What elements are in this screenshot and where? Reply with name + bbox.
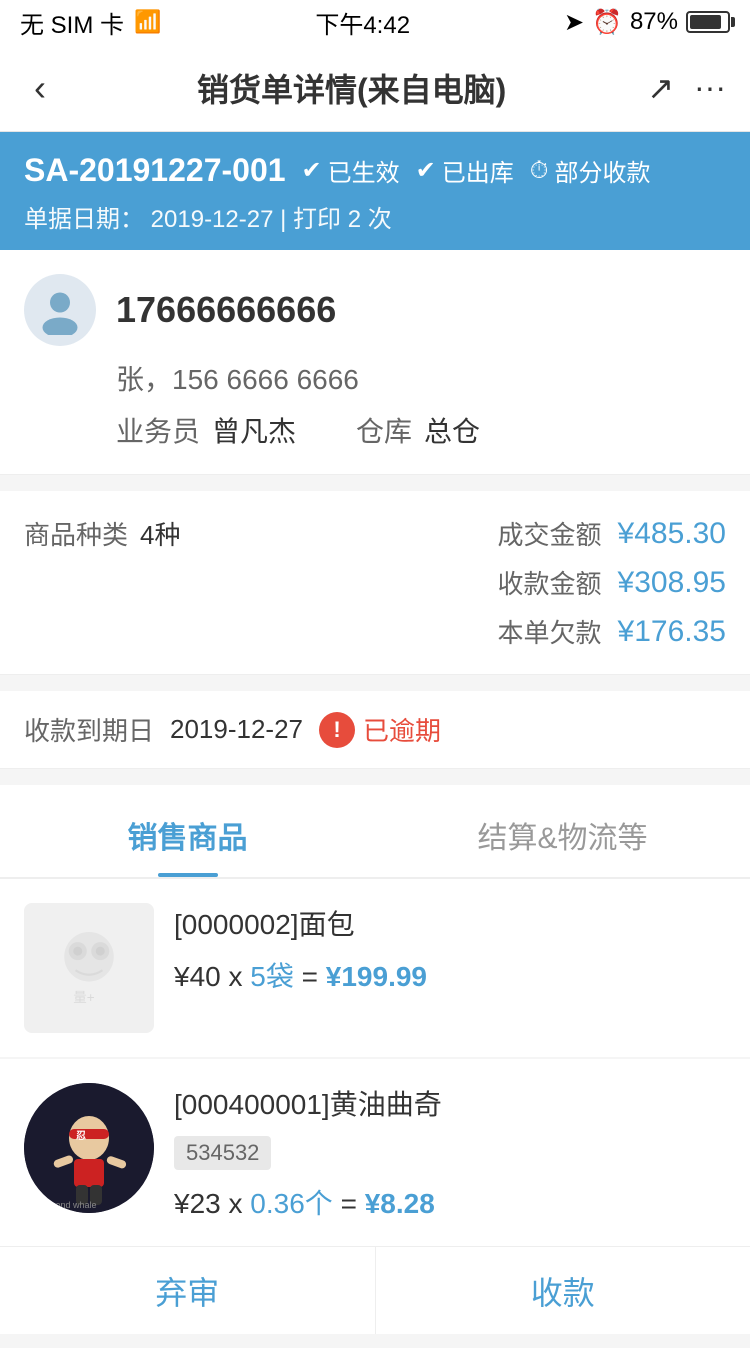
product-info-cookie: [000400001]黄油曲奇 534532 ¥23 x 0.36个 = ¥8.… [174, 1083, 726, 1222]
check-icon-shipped: ✔ [416, 156, 436, 185]
product-image-cookie: 忍 diamond whale [24, 1083, 154, 1213]
tabs-section: 销售商品 结算&物流等 [0, 785, 750, 879]
clock-icon: ⏱ [530, 157, 549, 185]
sales-detail: 业务员 曾凡杰 [116, 410, 296, 450]
owed-amount-value: ¥176.35 [618, 615, 726, 649]
battery-icon [686, 11, 730, 33]
share-icon[interactable]: ↗ [647, 69, 674, 107]
due-date-section: 收款到期日 2019-12-27 ! 已逾期 [0, 691, 750, 769]
overdue-badge: ! 已逾期 [319, 711, 441, 748]
product-type-row: 商品种类 4种 [24, 515, 375, 552]
customer-name-row: 17666666666 [24, 274, 726, 346]
product-type-label: 商品种类 [24, 515, 128, 552]
order-meta: 单据日期： 2019-12-27 | 打印 2 次 [24, 199, 726, 234]
product-price-cookie: ¥23 x 0.36个 = ¥8.28 [174, 1182, 726, 1222]
battery-percent: 87% [630, 8, 678, 36]
page-title: 销货单详情(来自电脑) [197, 65, 506, 111]
owed-amount-label: 本单欠款 [498, 613, 602, 650]
order-id-row: SA-20191227-001 ✔ 已生效 ✔ 已出库 ⏱ 部分收款 [24, 152, 726, 189]
customer-contact: 张，156 6666 6666 [24, 358, 726, 398]
nav-bar: ‹ 销货单详情(来自电脑) ↗ ··· [0, 44, 750, 132]
status-active: ✔ 已生效 [302, 153, 400, 188]
product-type-value: 4种 [140, 515, 180, 552]
product-name-bread: [0000002]面包 [174, 903, 726, 943]
warehouse-label: 仓库 [356, 410, 412, 450]
carrier-text: 无 SIM 卡 [20, 5, 124, 40]
bottom-bar: 弃审 收款 [0, 1246, 750, 1334]
back-button[interactable]: ‹ [24, 57, 56, 119]
product-card-cookie: 忍 diamond whale [000400001]黄油曲奇 534532 ¥… [0, 1059, 750, 1246]
svg-text:diamond whale: diamond whale [36, 1200, 97, 1210]
location-icon: ➤ [564, 8, 584, 37]
status-shipped: ✔ 已出库 [416, 153, 514, 188]
owed-amount-row: 本单欠款 ¥176.35 [498, 613, 726, 650]
product-batch-cookie: 534532 [174, 1136, 271, 1170]
deal-amount-row: 成交金额 ¥485.30 [498, 515, 726, 552]
received-amount-value: ¥308.95 [618, 566, 726, 600]
status-left: 无 SIM 卡 📶 [20, 5, 161, 40]
status-time: 下午4:42 [315, 5, 410, 40]
svg-text:量+: 量+ [73, 990, 94, 1005]
svg-text:忍: 忍 [76, 1130, 86, 1142]
nav-actions: ↗ ··· [647, 69, 726, 107]
deal-amount-value: ¥485.30 [618, 517, 726, 551]
summary-section: 商品种类 4种 成交金额 ¥485.30 收款金额 ¥308.95 本单欠款 ¥… [0, 491, 750, 675]
order-id: SA-20191227-001 [24, 152, 286, 189]
alarm-icon: ⏰ [592, 8, 622, 37]
confirm-button[interactable]: 收款 [376, 1247, 750, 1334]
customer-detail-row: 业务员 曾凡杰 仓库 总仓 [24, 410, 726, 450]
due-date-value: 2019-12-27 [170, 714, 303, 745]
status-partial: ⏱ 部分收款 [530, 153, 651, 188]
tabs-row: 销售商品 结算&物流等 [0, 785, 750, 877]
tab-sales-products[interactable]: 销售商品 [0, 785, 375, 877]
wifi-icon: 📶 [134, 9, 161, 35]
summary-left: 商品种类 4种 [24, 515, 375, 650]
tab-settlement[interactable]: 结算&物流等 [375, 785, 750, 877]
check-icon-active: ✔ [302, 156, 322, 185]
overdue-icon: ! [319, 712, 355, 748]
cancel-button[interactable]: 弃审 [0, 1247, 376, 1334]
product-image-bread: 量+ [24, 903, 154, 1033]
product-price-bread: ¥40 x 5袋 = ¥199.99 [174, 955, 726, 995]
due-date-label: 收款到期日 [24, 711, 154, 748]
status-bar: 无 SIM 卡 📶 下午4:42 ➤ ⏰ 87% [0, 0, 750, 44]
deal-amount-label: 成交金额 [498, 515, 602, 552]
summary-right: 成交金额 ¥485.30 收款金额 ¥308.95 本单欠款 ¥176.35 [375, 515, 726, 650]
warehouse-detail: 仓库 总仓 [356, 410, 480, 450]
received-amount-row: 收款金额 ¥308.95 [498, 564, 726, 601]
products-section: 量+ [0000002]面包 ¥40 x 5袋 = ¥199.99 [0, 879, 750, 1246]
warehouse-value: 总仓 [424, 410, 480, 450]
overdue-text: 已逾期 [363, 711, 441, 748]
avatar [24, 274, 96, 346]
customer-section: 17666666666 张，156 6666 6666 业务员 曾凡杰 仓库 总… [0, 250, 750, 475]
sales-label: 业务员 [116, 410, 200, 450]
received-amount-label: 收款金额 [498, 564, 602, 601]
product-info-bread: [0000002]面包 ¥40 x 5袋 = ¥199.99 [174, 903, 726, 995]
product-name-cookie: [000400001]黄油曲奇 [174, 1083, 726, 1123]
status-right: ➤ ⏰ 87% [564, 8, 730, 37]
product-card: 量+ [0000002]面包 ¥40 x 5袋 = ¥199.99 [0, 879, 750, 1057]
customer-name: 17666666666 [116, 289, 336, 331]
order-header: SA-20191227-001 ✔ 已生效 ✔ 已出库 ⏱ 部分收款 单据日期：… [0, 132, 750, 250]
sales-value: 曾凡杰 [212, 410, 296, 450]
more-icon[interactable]: ··· [694, 69, 726, 106]
